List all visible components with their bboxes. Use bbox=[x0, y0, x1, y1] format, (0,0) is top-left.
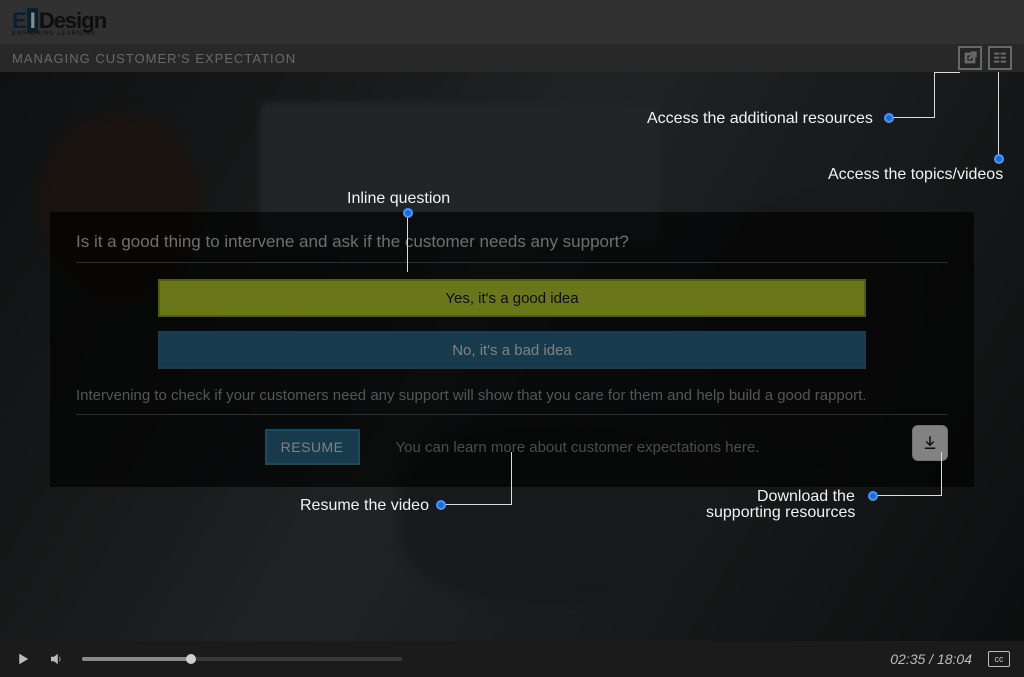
question-feedback: Intervening to check if your customers n… bbox=[76, 387, 948, 415]
total-time: 18:04 bbox=[937, 651, 972, 667]
download-icon bbox=[921, 434, 939, 452]
answer-no-button[interactable]: No, it's a bad idea bbox=[158, 331, 866, 369]
callout-resources-label: Access the additional resources bbox=[647, 110, 873, 128]
player-bar: 02:35 / 18:04 cc bbox=[0, 641, 1024, 677]
volume-button[interactable] bbox=[48, 650, 66, 668]
callout-line bbox=[445, 504, 511, 505]
course-title: MANAGING CUSTOMER'S EXPECTATION bbox=[12, 51, 296, 66]
download-resources-button[interactable] bbox=[912, 425, 948, 461]
answer-list: Yes, it's a good idea No, it's a bad ide… bbox=[158, 279, 866, 369]
current-time: 02:35 bbox=[890, 651, 925, 667]
volume-icon bbox=[48, 650, 66, 668]
title-bar: MANAGING CUSTOMER'S EXPECTATION bbox=[0, 44, 1024, 72]
grid-list-icon bbox=[992, 50, 1008, 66]
callout-inline-question-label: Inline question bbox=[347, 190, 450, 208]
callout-line bbox=[877, 495, 941, 496]
inline-question-panel: Is it a good thing to intervene and ask … bbox=[50, 212, 974, 487]
callout-line bbox=[941, 452, 942, 496]
external-link-icon bbox=[962, 50, 978, 66]
callout-dot bbox=[994, 154, 1004, 164]
learn-more-text: You can learn more about customer expect… bbox=[396, 439, 760, 456]
resources-button[interactable] bbox=[958, 46, 982, 70]
callout-resume-label: Resume the video bbox=[300, 497, 429, 515]
brand-logo: EIDesign ENRICHING LEARNING bbox=[12, 8, 106, 37]
brand-letter-e: E bbox=[12, 8, 26, 33]
seek-bar[interactable] bbox=[82, 657, 402, 661]
app-stage: EIDesign ENRICHING LEARNING MANAGING CUS… bbox=[0, 0, 1024, 677]
callout-dot bbox=[403, 208, 413, 218]
callout-dot bbox=[884, 113, 894, 123]
brand-letter-i: I bbox=[27, 8, 38, 33]
callout-line bbox=[511, 452, 512, 505]
time-display: 02:35 / 18:04 bbox=[890, 651, 972, 667]
callout-dot bbox=[868, 491, 878, 501]
callout-line bbox=[934, 72, 935, 118]
brand-bar: EIDesign ENRICHING LEARNING bbox=[0, 0, 1024, 44]
callout-line bbox=[934, 72, 960, 73]
seek-thumb[interactable] bbox=[186, 654, 196, 664]
seek-progress bbox=[82, 657, 191, 661]
brand-name-rest: Design bbox=[39, 8, 106, 33]
callout-line bbox=[893, 117, 934, 118]
resume-row: RESUME You can learn more about customer… bbox=[76, 429, 948, 465]
toolbar-icons bbox=[958, 46, 1012, 70]
callout-dot bbox=[436, 500, 446, 510]
question-prompt: Is it a good thing to intervene and ask … bbox=[76, 232, 948, 263]
play-button[interactable] bbox=[14, 650, 32, 668]
callout-line bbox=[407, 216, 408, 272]
resume-button[interactable]: RESUME bbox=[265, 429, 360, 465]
brand-tagline: ENRICHING LEARNING bbox=[12, 31, 106, 37]
closed-caption-button[interactable]: cc bbox=[988, 651, 1010, 667]
answer-yes-button[interactable]: Yes, it's a good idea bbox=[158, 279, 866, 317]
topics-button[interactable] bbox=[988, 46, 1012, 70]
callout-line bbox=[998, 72, 999, 156]
play-icon bbox=[14, 650, 32, 668]
callout-download-label-line2: supporting resources bbox=[706, 504, 855, 522]
callout-topics-label: Access the topics/videos bbox=[828, 166, 1003, 184]
